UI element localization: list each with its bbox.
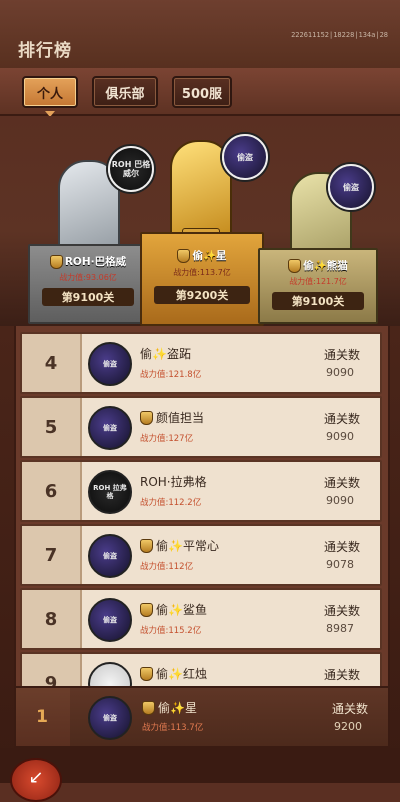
rank-number: 7 [22,526,82,584]
podium-power: 战力值:93.06亿 [59,273,117,282]
guild-shield-icon [140,538,153,553]
my-power: 战力值:113.7亿 [142,723,204,733]
player-name: 颜值担当 [156,411,205,425]
list-item[interactable]: 4 偷盗 偷✨盗跖 战力值:121.8亿 通关数 9090 [20,332,382,394]
list-item[interactable]: 5 偷盗 颜值担当 战力值:127亿 通关数 9090 [20,396,382,458]
avatar[interactable]: 偷盗 [88,598,132,642]
stage-value: 8987 [326,622,354,635]
back-button[interactable]: ↙ [10,758,62,802]
player-power: 战力值:115.2亿 [140,626,202,636]
my-stage-label: 通关数 [331,702,368,716]
stage-label: 通关数 [323,668,360,682]
podium-stage: 第9100关 [42,288,134,306]
my-avatar[interactable]: 偷盗 [88,696,132,740]
player-power: 战力值:112亿 [140,562,194,572]
my-name: 偷✨星 [158,701,197,715]
stage-label: 通关数 [323,604,360,618]
rank-number: 6 [22,462,82,520]
rank-number: 5 [22,398,82,456]
my-rank-row[interactable]: 1 偷盗 偷✨星 战力值:113.7亿 通关数 9200 [14,686,390,748]
list-item[interactable]: 7 偷盗 偷✨平常心 战力值:112亿 通关数 9078 [20,524,382,586]
guild-shield-icon [140,602,153,617]
avatar[interactable]: 偷盗 [88,534,132,578]
podium-third[interactable]: 偷✨熊猫 战力值:121.7亿 第9100关 [258,248,378,324]
player-power: 战力值:121.8亿 [140,370,202,380]
list-item[interactable]: 6 ROH 拉弗格 ROH·拉弗格 战力值:112.2亿 通关数 9090 [20,460,382,522]
player-power: 战力值:112.2亿 [140,498,202,508]
podium-name: 偷✨熊猫 [303,260,348,272]
guild-shield-icon [49,254,63,269]
podium-stage: 第9200关 [154,286,250,304]
podium-avatar-3[interactable]: 偷盗 [328,164,374,210]
player-name: ROH·拉弗格 [140,475,207,489]
tab-personal[interactable]: 个人 [22,76,78,108]
my-rank-number: 1 [36,707,48,727]
back-arrow-icon: ↙ [28,767,44,788]
stage-label: 通关数 [323,412,360,426]
podium-first[interactable]: 偷✨星 战力值:113.7亿 第9200关 [140,232,264,326]
stage-value: 9090 [326,430,354,443]
stage-label: 通关数 [323,540,360,554]
header-bar: 排行榜 222611152|18228|134a|28 [0,0,400,70]
version-text: 222611152|18228|134a|28 [291,31,388,39]
tab-500-server[interactable]: 500服 [172,76,232,108]
page-title: 排行榜 [18,41,72,61]
player-name: 偷✨鲨鱼 [156,603,207,617]
stage-value: 9090 [326,366,354,379]
avatar[interactable]: 偷盗 [88,406,132,450]
podium-power: 战力值:113.7亿 [173,268,231,277]
stage-label: 通关数 [323,348,360,362]
stage-value: 9090 [326,494,354,507]
stage-label: 通关数 [323,476,360,490]
rank-number: 4 [22,334,82,392]
podium-name: 偷✨星 [192,250,227,262]
guild-shield-icon [140,410,153,425]
guild-shield-icon [288,258,302,273]
guild-shield-icon [140,666,153,681]
podium-avatar-2[interactable]: ROH 巴格威尔 [108,146,154,192]
player-power: 战力值:127亿 [140,434,194,444]
podium-avatar-1[interactable]: 偷盗 [222,134,268,180]
player-name: 偷✨平常心 [156,539,219,553]
tab-bar: 个人 俱乐部 500服 [0,68,400,116]
player-name: 偷✨红烛 [156,667,207,681]
my-stage-value: 9200 [334,720,362,733]
avatar[interactable]: ROH 拉弗格 [88,470,132,514]
player-name: 偷✨盗跖 [140,347,191,361]
guild-shield-icon [177,248,191,263]
list-item[interactable]: 8 偷盗 偷✨鲨鱼 战力值:115.2亿 通关数 8987 [20,588,382,650]
podium-power: 战力值:121.7亿 [289,277,347,286]
stage-value: 9078 [326,558,354,571]
avatar[interactable]: 偷盗 [88,342,132,386]
guild-shield-icon [142,700,155,715]
tab-club[interactable]: 俱乐部 [92,76,158,108]
podium-stage: 第9100关 [272,292,364,310]
podium-second[interactable]: ROH·巴格威 战力值:93.06亿 第9100关 [28,244,148,324]
rank-number: 8 [22,590,82,648]
podium-name: ROH·巴格威 [64,256,127,268]
